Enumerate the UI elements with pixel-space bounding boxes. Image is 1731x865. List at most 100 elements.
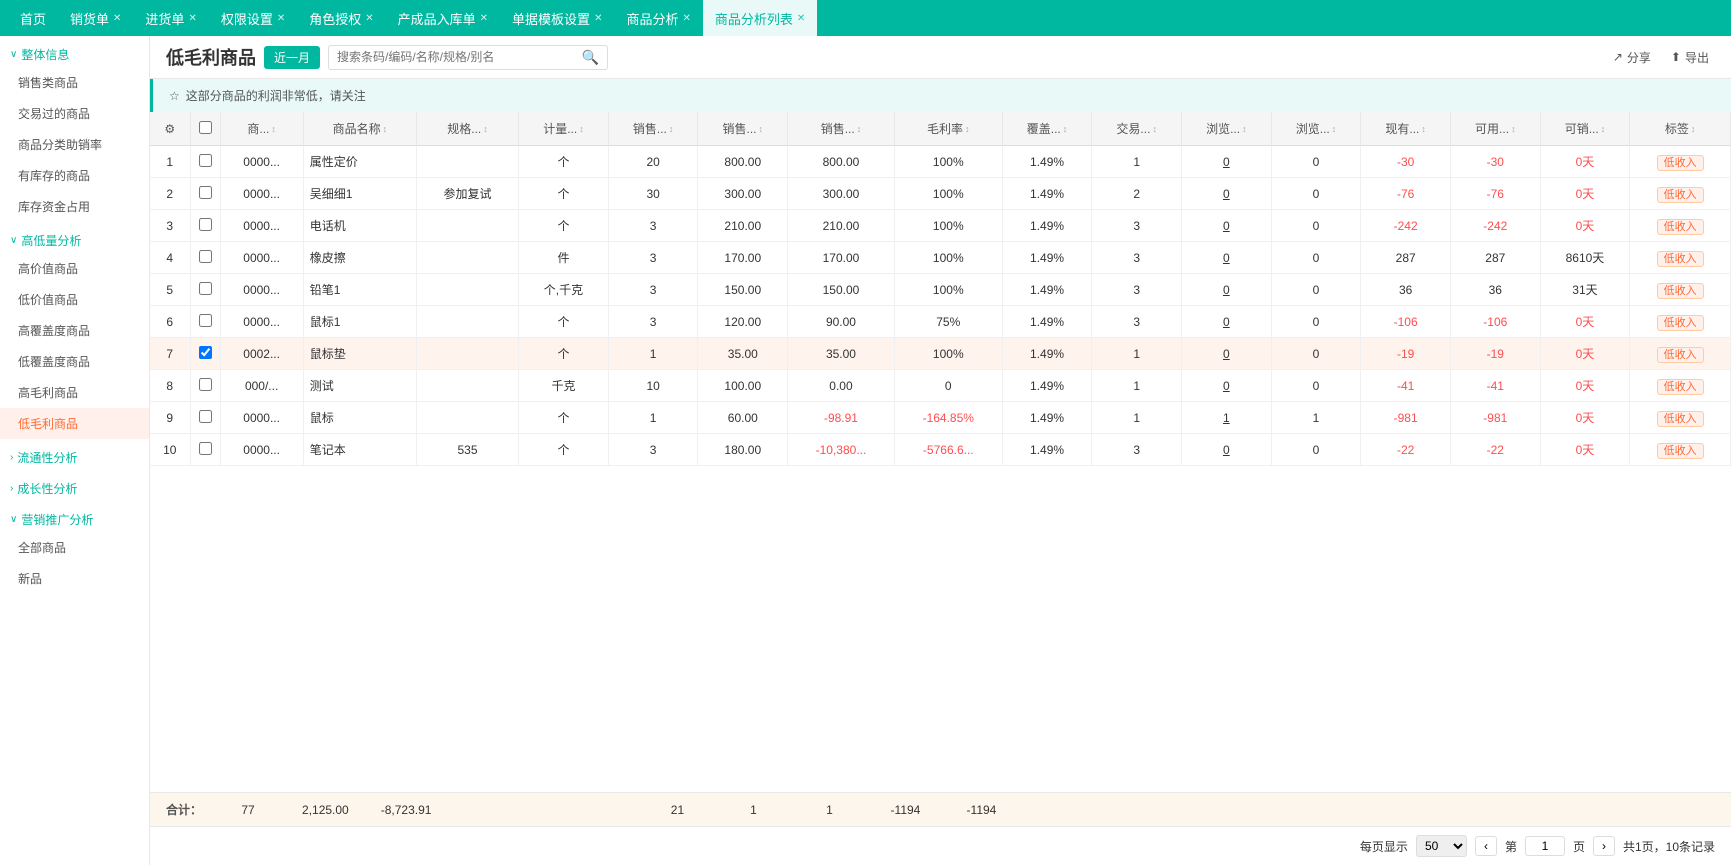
cell-browse1[interactable]: 1 (1182, 402, 1272, 434)
browse1-link[interactable]: 0 (1223, 187, 1230, 201)
row-checkbox[interactable] (199, 410, 212, 423)
close-permission-icon[interactable]: ✕ (277, 13, 285, 24)
browse1-link[interactable]: 0 (1223, 315, 1230, 329)
sort-icon-code[interactable]: ↕ (271, 124, 276, 134)
cell-check[interactable] (190, 210, 220, 242)
export-button[interactable]: ⬆ 导出 (1665, 46, 1715, 69)
cell-browse1[interactable]: 0 (1182, 434, 1272, 466)
nav-item-sales[interactable]: 销货单 ✕ (58, 0, 133, 36)
close-role-icon[interactable]: ✕ (365, 13, 373, 24)
share-button[interactable]: ↗ 分享 (1607, 46, 1657, 69)
sidebar-item-category-rate[interactable]: 商品分类助销率 (0, 129, 149, 160)
row-checkbox[interactable] (199, 186, 212, 199)
sidebar-group-highlow[interactable]: ∨ 高低量分析 (0, 222, 149, 253)
nav-item-product-analysis-list[interactable]: 商品分析列表 ✕ (703, 0, 817, 36)
row-checkbox[interactable] (199, 282, 212, 295)
settings-icon[interactable]: ⚙ (164, 122, 175, 136)
cell-name[interactable]: 铅笔1 (303, 274, 416, 306)
sidebar-item-stock-capital[interactable]: 库存资金占用 (0, 191, 149, 222)
sort-icon-available[interactable]: ↕ (1511, 124, 1516, 134)
cell-check[interactable] (190, 338, 220, 370)
sidebar-group-growth[interactable]: › 成长性分析 (0, 470, 149, 501)
cell-name[interactable]: 橡皮擦 (303, 242, 416, 274)
cell-check[interactable] (190, 242, 220, 274)
sort-icon-trade[interactable]: ↕ (1152, 124, 1157, 134)
sort-icon-browse1[interactable]: ↕ (1242, 124, 1247, 134)
cell-browse1[interactable]: 0 (1182, 178, 1272, 210)
sidebar-item-all-products[interactable]: 全部商品 (0, 532, 149, 563)
browse1-link[interactable]: 0 (1223, 251, 1230, 265)
close-sales-icon[interactable]: ✕ (113, 13, 121, 24)
close-analysis-icon[interactable]: ✕ (682, 13, 690, 24)
next-page-button[interactable]: › (1593, 836, 1615, 856)
cell-browse1[interactable]: 0 (1182, 242, 1272, 274)
sort-icon-name[interactable]: ↕ (383, 124, 388, 134)
cell-browse1[interactable]: 0 (1182, 274, 1272, 306)
nav-item-template[interactable]: 单据模板设置 ✕ (500, 0, 614, 36)
sidebar-group-marketing[interactable]: ∨ 营销推广分析 (0, 501, 149, 532)
sidebar-item-in-stock[interactable]: 有库存的商品 (0, 160, 149, 191)
sidebar-item-high-margin[interactable]: 高毛利商品 (0, 377, 149, 408)
cell-check[interactable] (190, 370, 220, 402)
nav-item-product-analysis[interactable]: 商品分析 ✕ (614, 0, 702, 36)
sidebar-item-high-coverage[interactable]: 高覆盖度商品 (0, 315, 149, 346)
sort-icon-browse2[interactable]: ↕ (1332, 124, 1337, 134)
sort-icon-current[interactable]: ↕ (1421, 124, 1426, 134)
search-input[interactable] (337, 50, 578, 64)
sort-icon-spec[interactable]: ↕ (483, 124, 488, 134)
sort-icon-price[interactable]: ↕ (759, 124, 764, 134)
sort-icon-margin[interactable]: ↕ (965, 124, 970, 134)
sidebar-item-traded-products[interactable]: 交易过的商品 (0, 98, 149, 129)
table-container[interactable]: ⚙ 商... ↕ (150, 112, 1731, 792)
row-checkbox[interactable] (199, 314, 212, 327)
nav-item-product-in[interactable]: 产成品入库单 ✕ (386, 0, 500, 36)
browse1-link[interactable]: 0 (1223, 443, 1230, 457)
sidebar-group-circulation[interactable]: › 流通性分析 (0, 439, 149, 470)
cell-browse1[interactable]: 0 (1182, 146, 1272, 178)
row-checkbox[interactable] (199, 346, 212, 359)
close-purchase-icon[interactable]: ✕ (188, 13, 196, 24)
close-analysis-list-icon[interactable]: ✕ (797, 13, 805, 24)
sidebar-item-high-value[interactable]: 高价值商品 (0, 253, 149, 284)
browse1-link[interactable]: 1 (1223, 411, 1230, 425)
page-input[interactable] (1525, 836, 1565, 856)
browse1-link[interactable]: 0 (1223, 219, 1230, 233)
cell-name[interactable]: 测试 (303, 370, 416, 402)
sidebar-item-low-coverage[interactable]: 低覆盖度商品 (0, 346, 149, 377)
sort-icon-sellable[interactable]: ↕ (1601, 124, 1606, 134)
sidebar-group-overall[interactable]: ∨ 整体信息 (0, 36, 149, 67)
nav-item-purchase[interactable]: 进货单 ✕ (133, 0, 208, 36)
sort-icon-tag[interactable]: ↕ (1691, 124, 1696, 134)
cell-name[interactable]: 鼠标1 (303, 306, 416, 338)
browse1-link[interactable]: 0 (1223, 379, 1230, 393)
prev-page-button[interactable]: ‹ (1475, 836, 1497, 856)
cell-name[interactable]: 鼠标垫 (303, 338, 416, 370)
cell-check[interactable] (190, 434, 220, 466)
nav-item-permission[interactable]: 权限设置 ✕ (209, 0, 297, 36)
browse1-link[interactable]: 0 (1223, 155, 1230, 169)
sort-icon-coverage[interactable]: ↕ (1063, 124, 1068, 134)
nav-item-role[interactable]: 角色授权 ✕ (297, 0, 385, 36)
cell-name[interactable]: 吴细细1 (303, 178, 416, 210)
sidebar-item-sales-products[interactable]: 销售类商品 (0, 67, 149, 98)
cell-check[interactable] (190, 274, 220, 306)
close-product-in-icon[interactable]: ✕ (480, 13, 488, 24)
row-checkbox[interactable] (199, 378, 212, 391)
select-all-checkbox[interactable] (199, 121, 212, 134)
row-checkbox[interactable] (199, 218, 212, 231)
cell-check[interactable] (190, 306, 220, 338)
cell-browse1[interactable]: 0 (1182, 210, 1272, 242)
close-template-icon[interactable]: ✕ (594, 13, 602, 24)
cell-check[interactable] (190, 178, 220, 210)
cell-name[interactable]: 电话机 (303, 210, 416, 242)
row-checkbox[interactable] (199, 154, 212, 167)
cell-browse1[interactable]: 0 (1182, 370, 1272, 402)
sort-icon-qty[interactable]: ↕ (669, 124, 674, 134)
sidebar-item-low-margin[interactable]: 低毛利商品 (0, 408, 149, 439)
cell-name[interactable]: 鼠标 (303, 402, 416, 434)
cell-browse1[interactable]: 0 (1182, 338, 1272, 370)
row-checkbox[interactable] (199, 250, 212, 263)
period-button[interactable]: 近一月 (264, 46, 320, 69)
search-box[interactable]: 🔍 (328, 45, 608, 70)
cell-check[interactable] (190, 402, 220, 434)
